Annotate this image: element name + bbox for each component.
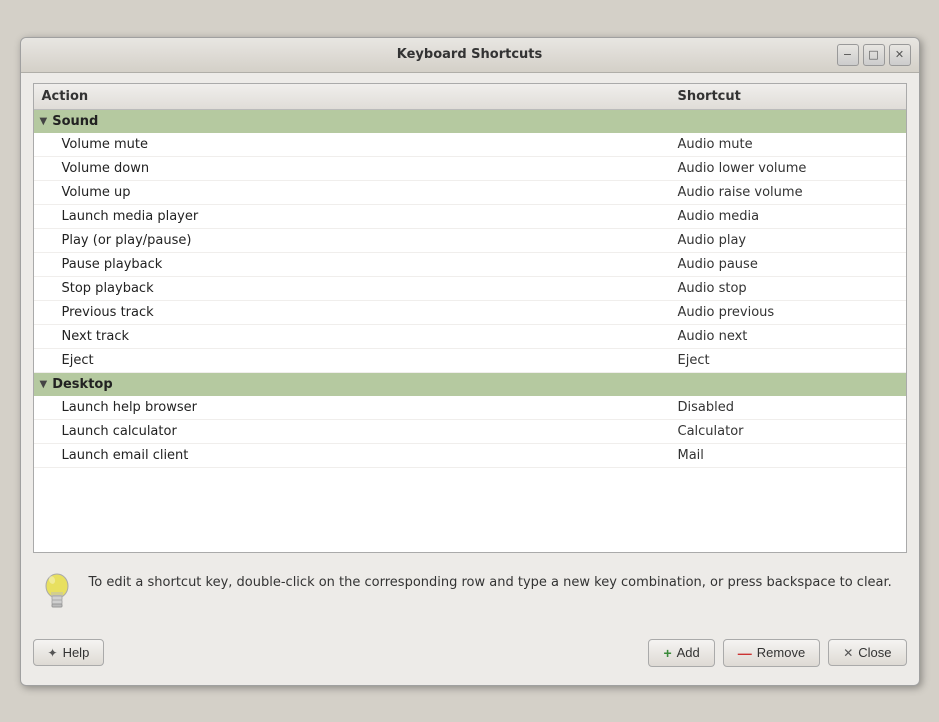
shortcut-cell: Audio lower volume: [678, 161, 898, 176]
action-cell: Volume mute: [62, 137, 678, 152]
table-body[interactable]: ▼ Sound Volume mute Audio mute Volume dow…: [34, 110, 906, 552]
window-content: Action Shortcut ▼ Sound Volume mute Audio…: [21, 73, 919, 685]
shortcut-cell: Audio pause: [678, 257, 898, 272]
table-header: Action Shortcut: [34, 84, 906, 110]
help-icon: ✦: [48, 646, 58, 660]
group-arrow-icon: ▼: [40, 379, 48, 390]
table-row[interactable]: Eject Eject: [34, 349, 906, 373]
lightbulb-icon-container: [37, 569, 77, 619]
action-column-header: Action: [42, 89, 678, 104]
shortcut-cell: Audio media: [678, 209, 898, 224]
info-text: To edit a shortcut key, double-click on …: [89, 569, 892, 593]
action-cell: Eject: [62, 353, 678, 368]
window-controls: − □ ✕: [837, 44, 911, 66]
action-cell: Launch calculator: [62, 424, 678, 439]
shortcut-cell: Audio raise volume: [678, 185, 898, 200]
close-window-button[interactable]: ✕: [889, 44, 911, 66]
shortcut-cell: Audio play: [678, 233, 898, 248]
info-box: To edit a shortcut key, double-click on …: [33, 561, 907, 627]
shortcut-cell: Mail: [678, 448, 898, 463]
remove-button[interactable]: — Remove: [723, 639, 820, 667]
group-name: Desktop: [52, 377, 112, 392]
table-row[interactable]: Launch email client Mail: [34, 444, 906, 468]
table-row[interactable]: Launch calculator Calculator: [34, 420, 906, 444]
close-icon: ✕: [843, 646, 853, 660]
shortcut-cell: Audio mute: [678, 137, 898, 152]
titlebar: Keyboard Shortcuts − □ ✕: [21, 38, 919, 73]
table-row[interactable]: Previous track Audio previous: [34, 301, 906, 325]
help-button[interactable]: ✦ Help: [33, 639, 105, 666]
action-cell: Volume up: [62, 185, 678, 200]
shortcuts-table: Action Shortcut ▼ Sound Volume mute Audio…: [33, 83, 907, 553]
minimize-button[interactable]: −: [837, 44, 859, 66]
shortcut-cell: Audio stop: [678, 281, 898, 296]
shortcut-cell: Calculator: [678, 424, 898, 439]
table-row[interactable]: Play (or play/pause) Audio play: [34, 229, 906, 253]
action-cell: Play (or play/pause): [62, 233, 678, 248]
action-cell: Launch media player: [62, 209, 678, 224]
keyboard-shortcuts-window: Keyboard Shortcuts − □ ✕ Action Shortcut…: [20, 37, 920, 686]
action-cell: Launch help browser: [62, 400, 678, 415]
group-row[interactable]: ▼ Sound: [34, 110, 906, 133]
lightbulb-icon: [41, 571, 73, 617]
action-cell: Next track: [62, 329, 678, 344]
action-cell: Stop playback: [62, 281, 678, 296]
action-cell: Previous track: [62, 305, 678, 320]
table-row[interactable]: Volume mute Audio mute: [34, 133, 906, 157]
action-cell: Volume down: [62, 161, 678, 176]
table-row[interactable]: Volume down Audio lower volume: [34, 157, 906, 181]
action-cell: Launch email client: [62, 448, 678, 463]
action-cell: Pause playback: [62, 257, 678, 272]
add-icon: +: [663, 645, 671, 661]
maximize-button[interactable]: □: [863, 44, 885, 66]
table-row[interactable]: Launch media player Audio media: [34, 205, 906, 229]
add-button[interactable]: + Add: [648, 639, 714, 667]
shortcut-cell: Eject: [678, 353, 898, 368]
shortcut-cell: Audio next: [678, 329, 898, 344]
shortcut-cell: Audio previous: [678, 305, 898, 320]
table-row[interactable]: Next track Audio next: [34, 325, 906, 349]
button-row: ✦ Help + Add — Remove ✕ Close: [33, 635, 907, 675]
table-row[interactable]: Pause playback Audio pause: [34, 253, 906, 277]
shortcut-cell: Disabled: [678, 400, 898, 415]
close-button[interactable]: ✕ Close: [828, 639, 906, 666]
window-title: Keyboard Shortcuts: [397, 47, 542, 62]
group-name: Sound: [52, 114, 98, 129]
table-row[interactable]: Launch help browser Disabled: [34, 396, 906, 420]
group-arrow-icon: ▼: [40, 116, 48, 127]
group-row[interactable]: ▼ Desktop: [34, 373, 906, 396]
shortcut-column-header: Shortcut: [678, 89, 898, 104]
remove-icon: —: [738, 645, 752, 661]
table-row[interactable]: Stop playback Audio stop: [34, 277, 906, 301]
table-row[interactable]: Volume up Audio raise volume: [34, 181, 906, 205]
